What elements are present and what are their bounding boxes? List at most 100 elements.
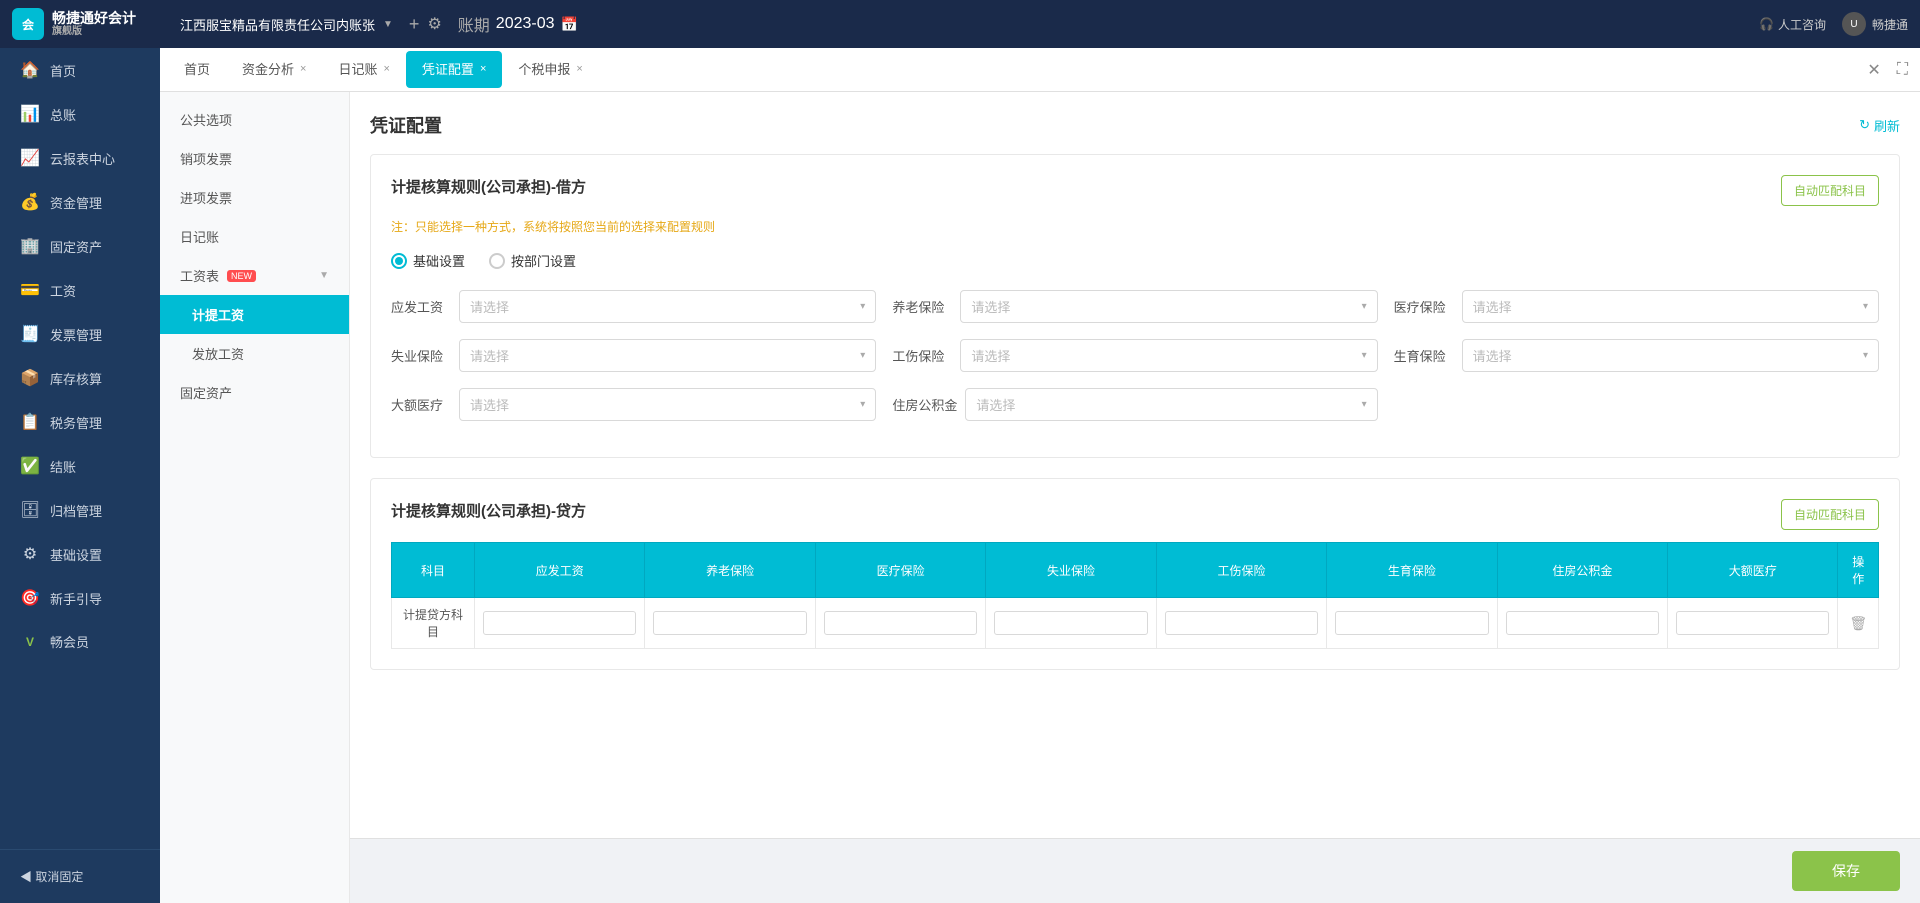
col-major-medical: 大额医疗 <box>1668 543 1838 598</box>
left-nav-payroll-accrual[interactable]: 计提工资 <box>160 295 349 334</box>
company-selector[interactable]: 江西服宝精品有限责任公司内账张 ▼ <box>180 15 393 34</box>
app-edition: 旗舰版 <box>52 26 136 38</box>
housing-fund-select[interactable]: 请选择 ▾ <box>965 388 1377 421</box>
left-nav-sales-invoice[interactable]: 销项发票 <box>160 139 349 178</box>
app-logo: 会 畅捷通好会计 旗舰版 <box>12 8 172 40</box>
row-injury-input-cell <box>1156 598 1326 649</box>
gross-salary-select[interactable]: 请选择 ▾ <box>459 290 876 323</box>
row-gross-input[interactable] <box>483 611 636 635</box>
maternity-select[interactable]: 请选择 ▾ <box>1462 339 1879 372</box>
tab-home[interactable]: 首页 <box>168 51 226 88</box>
housing-fund-label: 住房公积金 <box>892 395 957 414</box>
sidebar-label-invoice: 发票管理 <box>50 325 102 344</box>
injury-placeholder: 请选择 <box>971 346 1010 365</box>
radio-dept-icon <box>489 253 505 269</box>
calendar-icon[interactable]: 📅 <box>561 16 578 33</box>
refresh-icon: ↻ <box>1859 117 1870 133</box>
field-major-medical: 大额医疗 请选择 ▾ <box>391 388 876 421</box>
table-header-row: 科目 应发工资 养老保险 医疗保险 失业保险 工伤保险 生育保险 住房公积金 大… <box>392 543 1879 598</box>
unpin-button[interactable]: ◀ 取消固定 <box>0 860 160 893</box>
archive-icon: 🗄 <box>20 500 40 520</box>
major-medical-select[interactable]: 请选择 ▾ <box>459 388 876 421</box>
tab-tax-close[interactable]: × <box>576 63 582 75</box>
credit-auto-match-button[interactable]: 自动匹配科目 <box>1781 499 1879 530</box>
sidebar-item-tax[interactable]: 📋 税务管理 <box>0 400 160 444</box>
field-placeholder <box>1394 388 1879 421</box>
unemployment-select[interactable]: 请选择 ▾ <box>459 339 876 372</box>
inventory-icon: 📦 <box>20 368 40 388</box>
avatar: U <box>1842 12 1866 36</box>
sidebar-item-funds[interactable]: 💰 资金管理 <box>0 180 160 224</box>
sidebar-item-home[interactable]: 🏠 首页 <box>0 48 160 92</box>
injury-select[interactable]: 请选择 ▾ <box>960 339 1377 372</box>
left-nav-public[interactable]: 公共选项 <box>160 100 349 139</box>
col-housing: 住房公积金 <box>1497 543 1667 598</box>
field-maternity: 生育保险 请选择 ▾ <box>1394 339 1879 372</box>
tab-tax-return[interactable]: 个税申报 × <box>502 51 598 88</box>
pension-select[interactable]: 请选择 ▾ <box>960 290 1377 323</box>
row-major-medical-input[interactable] <box>1676 611 1829 635</box>
company-dropdown-icon: ▼ <box>383 19 393 30</box>
field-medical: 医疗保险 请选择 ▾ <box>1394 290 1879 323</box>
row-pension-input[interactable] <box>653 611 806 635</box>
radio-basic-settings[interactable]: 基础设置 <box>391 251 465 270</box>
left-nav-journal[interactable]: 日记账 <box>160 217 349 256</box>
sidebar-item-ledger[interactable]: 📊 总账 <box>0 92 160 136</box>
medical-select[interactable]: 请选择 ▾ <box>1462 290 1879 323</box>
tab-voucher-label: 凭证配置 <box>422 59 474 78</box>
sidebar-item-guide[interactable]: 🎯 新手引导 <box>0 576 160 620</box>
row-medical-input[interactable] <box>824 611 977 635</box>
sidebar-label-member: 畅会员 <box>50 632 89 651</box>
tab-fund-analysis[interactable]: 资金分析 × <box>226 51 322 88</box>
settings-icon[interactable]: ⚙ <box>427 14 441 34</box>
tab-close-all-icon[interactable]: ✕ <box>1863 56 1884 84</box>
sidebar-item-settings[interactable]: ⚙ 基础设置 <box>0 532 160 576</box>
row-unemployment-input[interactable] <box>994 611 1147 635</box>
headset-icon: 🎧 <box>1759 17 1774 31</box>
left-nav-payroll-pay[interactable]: 发放工资 <box>160 334 349 373</box>
debit-section-title: 计提核算规则(公司承担)-借方 <box>391 176 586 197</box>
tab-voucher-config[interactable]: 凭证配置 × <box>406 51 502 88</box>
radio-dept-settings[interactable]: 按部门设置 <box>489 251 576 270</box>
user-info[interactable]: U 畅捷通 <box>1842 12 1908 36</box>
tab-fund-close[interactable]: × <box>300 63 306 75</box>
sidebar-item-assets[interactable]: 🏢 固定资产 <box>0 224 160 268</box>
sidebar-item-reports[interactable]: 📈 云报表中心 <box>0 136 160 180</box>
sidebar-item-inventory[interactable]: 📦 库存核算 <box>0 356 160 400</box>
refresh-label: 刷新 <box>1874 116 1900 135</box>
reports-icon: 📈 <box>20 148 40 168</box>
add-account-btn[interactable]: + <box>409 14 420 35</box>
sidebar-item-settle[interactable]: ✅ 结账 <box>0 444 160 488</box>
support-button[interactable]: 🎧 人工咨询 <box>1759 16 1826 33</box>
debit-auto-match-button[interactable]: 自动匹配科目 <box>1781 175 1879 206</box>
row-injury-input[interactable] <box>1165 611 1318 635</box>
pension-placeholder: 请选择 <box>971 297 1010 316</box>
delete-row-button[interactable]: 🗑 <box>1849 615 1867 631</box>
tab-voucher-close[interactable]: × <box>480 63 486 75</box>
row-medical-input-cell <box>815 598 985 649</box>
sidebar-item-archive[interactable]: 🗄 归档管理 <box>0 488 160 532</box>
sidebar-item-invoice[interactable]: 🧾 发票管理 <box>0 312 160 356</box>
tab-journal[interactable]: 日记账 × <box>322 51 405 88</box>
injury-arrow: ▾ <box>1362 350 1367 361</box>
save-button[interactable]: 保存 <box>1792 851 1900 891</box>
left-nav-payroll-pay-label: 发放工资 <box>192 344 244 363</box>
sidebar-item-member[interactable]: V 畅会员 <box>0 620 160 663</box>
refresh-button[interactable]: ↻ 刷新 <box>1859 116 1900 135</box>
new-badge: NEW <box>227 270 256 282</box>
row-maternity-input[interactable] <box>1335 611 1488 635</box>
sidebar-label-home: 首页 <box>50 61 76 80</box>
left-nav-fixed-assets[interactable]: 固定资产 <box>160 373 349 412</box>
left-nav-purchase-label: 进项发票 <box>180 188 232 207</box>
top-bar: 会 畅捷通好会计 旗舰版 江西服宝精品有限责任公司内账张 ▼ + ⚙ 账期 20… <box>0 0 1920 48</box>
sidebar-item-salary[interactable]: 💳 工资 <box>0 268 160 312</box>
tab-bar: 首页 资金分析 × 日记账 × 凭证配置 × 个税申报 × ✕ ⛶ <box>160 48 1920 92</box>
left-nav-purchase-invoice[interactable]: 进项发票 <box>160 178 349 217</box>
row-housing-input[interactable] <box>1506 611 1659 635</box>
field-injury: 工伤保险 请选择 ▾ <box>892 339 1377 372</box>
debit-form-row-3: 大额医疗 请选择 ▾ 住房公积金 请选择 ▾ <box>391 388 1879 421</box>
left-nav-salary-table[interactable]: 工资表 NEW ▼ <box>160 256 349 295</box>
tab-expand-icon[interactable]: ⛶ <box>1893 57 1912 83</box>
col-unemployment: 失业保险 <box>986 543 1156 598</box>
tab-journal-close[interactable]: × <box>383 63 389 75</box>
